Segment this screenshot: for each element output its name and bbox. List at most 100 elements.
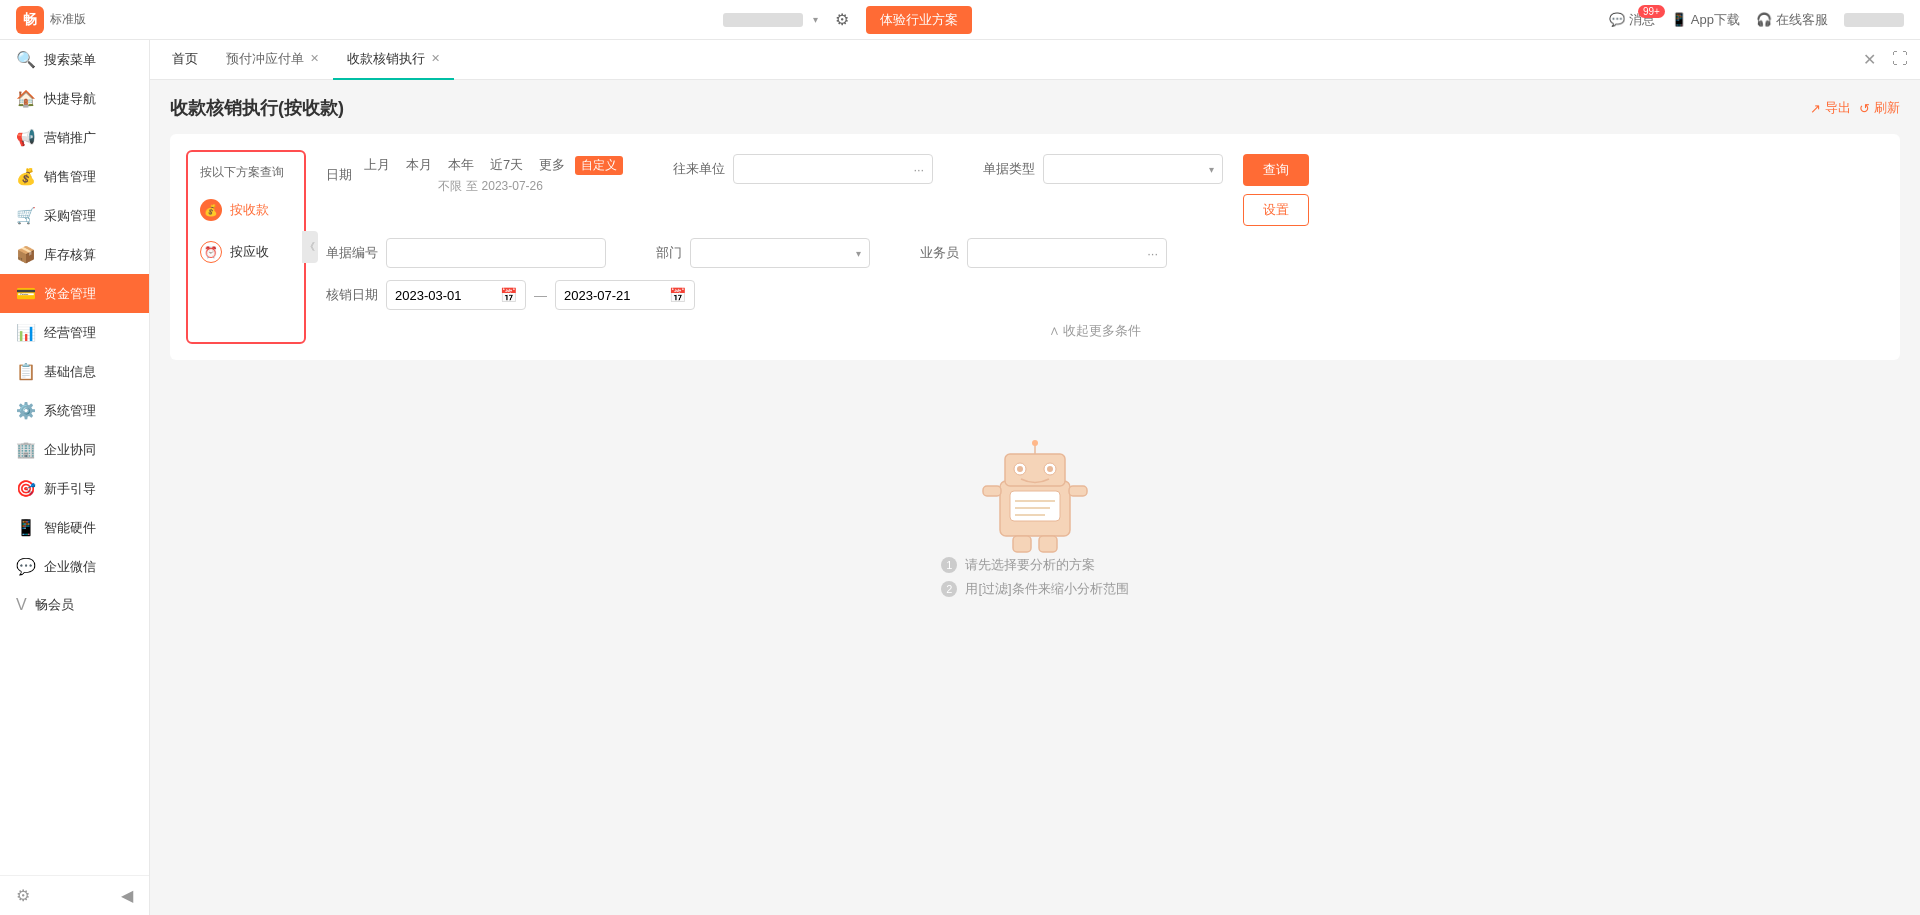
staff-label: 业务员 — [920, 244, 959, 262]
top-bar-right: 💬 消息 99+ 📱 App下载 🎧 在线客服 — [1609, 11, 1904, 29]
filter-collapse-button[interactable]: 《 — [302, 231, 318, 263]
chevron-down-icon: ▾ — [856, 248, 861, 259]
doc-no-input[interactable] — [386, 238, 606, 268]
writeoff-end-text: 2023-07-21 — [564, 288, 631, 303]
doc-no-label: 单据编号 — [326, 244, 378, 262]
sidebar-item-system[interactable]: ⚙️ 系统管理 — [0, 391, 149, 430]
tab-prepay-reconcile[interactable]: 预付冲应付单 ✕ — [212, 40, 333, 80]
member-icon: V — [16, 596, 27, 614]
writeoff-date-label: 核销日期 — [326, 286, 378, 304]
page-actions: ↗ 导出 ↺ 刷新 — [1810, 99, 1900, 117]
tab-receipt-writeoff[interactable]: 收款核销执行 ✕ — [333, 40, 454, 80]
collapse-more-button[interactable]: ∧ 收起更多条件 — [1049, 322, 1142, 340]
user-avatar — [1844, 13, 1904, 27]
sidebar-label: 销售管理 — [44, 168, 96, 186]
sidebar-item-quick-nav[interactable]: 🏠 快捷导航 — [0, 79, 149, 118]
footer-settings-icon[interactable]: ⚙ — [16, 886, 30, 905]
tab-close-all-icon[interactable]: ✕ — [1859, 46, 1880, 73]
writeoff-end-date[interactable]: 2023-07-21 📅 — [555, 280, 695, 310]
sidebar-item-sales[interactable]: 💰 销售管理 — [0, 157, 149, 196]
empty-state: 1 请先选择要分析的方案 2 用[过滤]条件来缩小分析范围 — [170, 376, 1900, 658]
message-badge: 99+ — [1638, 5, 1665, 18]
message-button[interactable]: 💬 消息 99+ — [1609, 11, 1655, 29]
svg-rect-11 — [1039, 536, 1057, 552]
svg-rect-10 — [1013, 536, 1031, 552]
doc-type-select[interactable]: ▾ — [1043, 154, 1223, 184]
filter-by-receivable[interactable]: ⏰ 按应收 — [188, 231, 304, 273]
date-group: 日期 上月 本月 本年 近7天 更多 自定义 — [326, 154, 623, 195]
step-2: 2 — [941, 581, 957, 597]
operation-icon: 📊 — [16, 323, 36, 342]
sidebar-item-hardware[interactable]: 📱 智能硬件 — [0, 508, 149, 547]
sidebar-label: 库存核算 — [44, 246, 96, 264]
sidebar-label: 经营管理 — [44, 324, 96, 342]
sidebar-label: 采购管理 — [44, 207, 96, 225]
search-panel: 按以下方案查询 💰 按收款 ⏰ 按应收 《 — [170, 134, 1900, 360]
search-settings-button[interactable]: 设置 — [1243, 194, 1309, 226]
sidebar-label: 基础信息 — [44, 363, 96, 381]
sidebar-item-guide[interactable]: 🎯 新手引导 — [0, 469, 149, 508]
calendar-icon-end[interactable]: 📅 — [669, 287, 686, 303]
sidebar-label: 畅会员 — [35, 596, 74, 614]
query-button[interactable]: 查询 — [1243, 154, 1309, 186]
writeoff-start-date[interactable]: 2023-03-01 📅 — [386, 280, 526, 310]
tab-close-prepay[interactable]: ✕ — [310, 52, 319, 65]
sidebar-item-finance[interactable]: 💳 资金管理 — [0, 274, 149, 313]
sidebar-item-purchase[interactable]: 🛒 采购管理 — [0, 196, 149, 235]
date-btn-more[interactable]: 更多 — [533, 154, 571, 176]
sidebar-item-enterprise[interactable]: 🏢 企业协同 — [0, 430, 149, 469]
date-btn-7days[interactable]: 近7天 — [484, 154, 529, 176]
doc-type-group: 单据类型 ▾ — [983, 154, 1223, 184]
svg-point-5 — [1047, 466, 1053, 472]
finance-icon: 💳 — [16, 284, 36, 303]
tab-close-receipt[interactable]: ✕ — [431, 52, 440, 65]
partner-input[interactable]: ··· — [733, 154, 933, 184]
purchase-icon: 🛒 — [16, 206, 36, 225]
date-btn-this-month[interactable]: 本月 — [400, 154, 438, 176]
brand-label: 标准版 — [50, 11, 86, 28]
doc-type-label: 单据类型 — [983, 160, 1035, 178]
app-icon: 📱 — [1671, 12, 1687, 27]
partner-dots[interactable]: ··· — [913, 162, 924, 177]
date-to-text: 至 2023-07-26 — [466, 178, 543, 195]
sidebar-item-member[interactable]: V 畅会员 — [0, 586, 149, 624]
tab-home[interactable]: 首页 — [158, 40, 212, 80]
export-button[interactable]: ↗ 导出 — [1810, 99, 1851, 117]
dept-select[interactable]: ▾ — [690, 238, 870, 268]
refresh-button[interactable]: ↺ 刷新 — [1859, 99, 1900, 117]
sidebar-label: 企业微信 — [44, 558, 96, 576]
date-btn-this-year[interactable]: 本年 — [442, 154, 480, 176]
date-btn-last-month[interactable]: 上月 — [358, 154, 396, 176]
date-controls: 上月 本月 本年 近7天 更多 自定义 不限 至 2023-07-26 — [358, 154, 623, 195]
footer-collapse-icon[interactable]: ◀ — [121, 886, 133, 905]
export-icon: ↗ — [1810, 101, 1821, 116]
industry-button[interactable]: 体验行业方案 — [866, 6, 972, 34]
filter-by-receipt[interactable]: 💰 按收款 — [188, 189, 304, 231]
tab-maximize-icon[interactable]: ⛶ — [1888, 46, 1912, 73]
writeoff-start-text: 2023-03-01 — [395, 288, 462, 303]
blurred-company — [723, 13, 803, 27]
receivable-icon: ⏰ — [200, 241, 222, 263]
enterprise-icon: 🏢 — [16, 440, 36, 459]
staff-dots[interactable]: ··· — [1147, 246, 1158, 261]
sidebar-item-wechat[interactable]: 💬 企业微信 — [0, 547, 149, 586]
app-download[interactable]: 📱 App下载 — [1671, 11, 1740, 29]
collapse-more-row: ∧ 收起更多条件 — [326, 322, 1864, 340]
calendar-icon-start[interactable]: 📅 — [500, 287, 517, 303]
sidebar-item-operation[interactable]: 📊 经营管理 — [0, 313, 149, 352]
tab-bar: 首页 预付冲应付单 ✕ 收款核销执行 ✕ ✕ ⛶ — [150, 40, 1920, 80]
form-row-3: 核销日期 2023-03-01 📅 — 2023-07-21 📅 — [326, 280, 1864, 310]
sidebar-label: 搜索菜单 — [44, 51, 96, 69]
staff-input[interactable]: ··· — [967, 238, 1167, 268]
date-dash: — — [534, 288, 547, 303]
sidebar-item-marketing[interactable]: 📢 营销推广 — [0, 118, 149, 157]
chevron-down-icon[interactable]: ▾ — [813, 14, 818, 25]
settings-icon[interactable]: ⚙ — [828, 6, 856, 34]
svg-point-4 — [1017, 466, 1023, 472]
svg-point-7 — [1032, 440, 1038, 446]
sidebar-item-basic-info[interactable]: 📋 基础信息 — [0, 352, 149, 391]
sidebar-item-inventory[interactable]: 📦 库存核算 — [0, 235, 149, 274]
sidebar-item-search-menu[interactable]: 🔍 搜索菜单 — [0, 40, 149, 79]
online-service[interactable]: 🎧 在线客服 — [1756, 11, 1828, 29]
chevron-down-icon: ▾ — [1209, 164, 1214, 175]
